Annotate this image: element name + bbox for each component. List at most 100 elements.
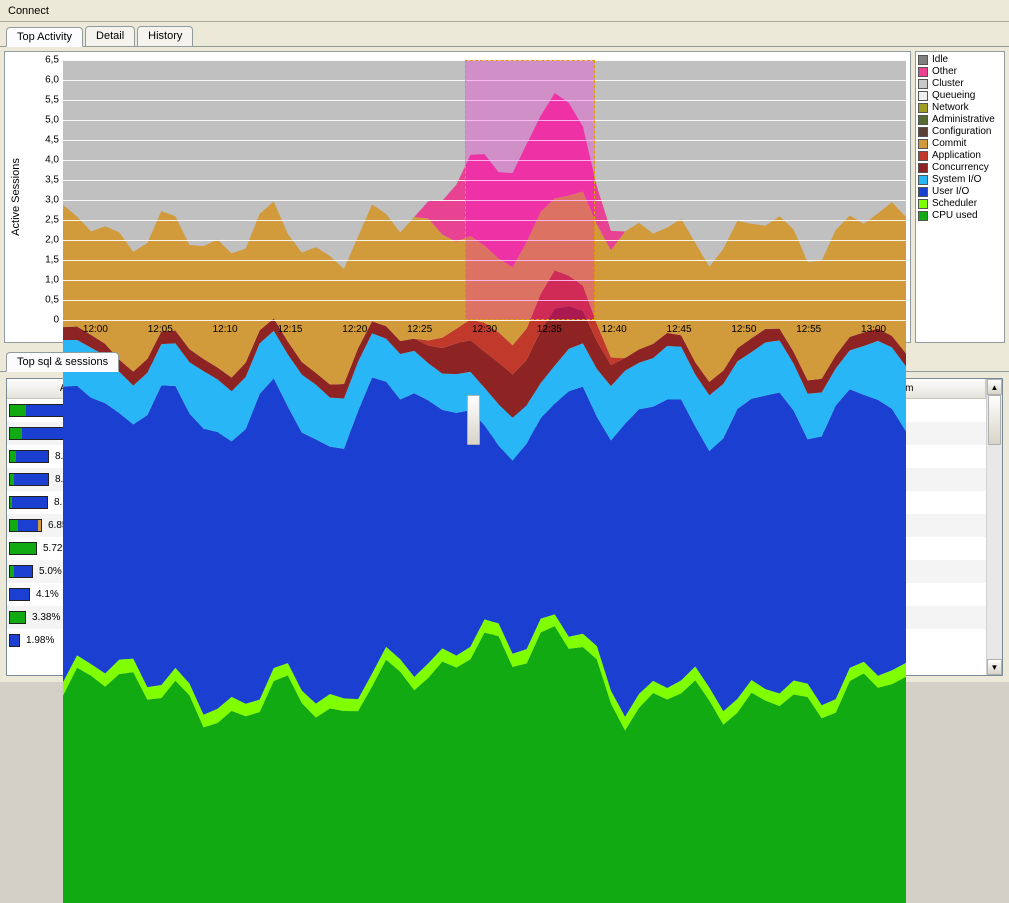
legend-swatch [918,103,928,113]
legend-item-commit[interactable]: Commit [918,138,1002,149]
x-tick: 12:35 [537,324,562,335]
header-bar: Connect [0,0,1009,22]
legend-item-user-i-o[interactable]: User I/O [918,186,1002,197]
chart-plot[interactable]: 00,51,01,52,02,53,03,54,04,55,05,56,06,5… [63,60,906,320]
y-tick: 4,5 [45,135,59,146]
x-tick: 12:20 [342,324,367,335]
header-title: Connect [8,5,49,17]
legend-item-concurrency[interactable]: Concurrency [918,162,1002,173]
selection-overlay[interactable] [465,60,595,320]
activity-bar [9,588,30,601]
y-tick: 0,5 [45,295,59,306]
legend-label: Cluster [932,78,964,89]
legend-label: Network [932,102,969,113]
activity-pct: 3.38% [32,612,60,623]
scroll-track[interactable] [466,395,481,659]
bar-segment [10,543,36,554]
bar-segment [14,474,48,485]
legend-item-administrative[interactable]: Administrative [918,114,1002,125]
y-tick: 0 [53,315,59,326]
legend-label: System I/O [932,174,981,185]
legend-item-system-i-o[interactable]: System I/O [918,174,1002,185]
legend-swatch [918,163,928,173]
legend: IdleOtherClusterQueueingNetworkAdministr… [915,51,1005,343]
x-tick: 12:05 [148,324,173,335]
legend-label: User I/O [932,186,969,197]
legend-swatch [918,67,928,77]
legend-label: Configuration [932,126,991,137]
y-tick: 2,0 [45,235,59,246]
bar-segment [10,520,18,531]
bar-segment [10,405,26,416]
legend-swatch [918,187,928,197]
bar-segment [12,497,47,508]
legend-label: CPU used [932,210,978,221]
x-tick: 13:00 [861,324,886,335]
y-tick: 5,5 [45,95,59,106]
y-axis-label: Active Sessions [10,158,22,236]
scroll-track[interactable] [987,395,1002,659]
bar-segment [10,612,25,623]
legend-swatch [918,175,928,185]
y-tick: 1,0 [45,275,59,286]
bar-segment [10,635,19,646]
gridline [63,320,906,321]
y-tick: 3,5 [45,175,59,186]
legend-item-cluster[interactable]: Cluster [918,78,1002,89]
legend-swatch [918,79,928,89]
tab-history[interactable]: History [137,26,193,46]
x-tick: 12:50 [731,324,756,335]
legend-item-queueing[interactable]: Queueing [918,90,1002,101]
scrollbar[interactable]: ▲ ▼ [986,379,1002,675]
y-tick: 6,0 [45,75,59,86]
x-tick: 12:00 [83,324,108,335]
x-tick: 12:15 [277,324,302,335]
activity-bar [9,634,20,647]
bar-segment [38,520,41,531]
tab-detail[interactable]: Detail [85,26,135,46]
y-tick: 4,0 [45,155,59,166]
x-tick: 12:10 [213,324,238,335]
scrollbar[interactable]: ▲ ▼ [465,379,481,675]
legend-swatch [918,199,928,209]
scroll-thumb[interactable] [467,395,480,445]
y-tick: 5,0 [45,115,59,126]
scroll-thumb[interactable] [988,395,1001,445]
scroll-up-icon[interactable]: ▲ [987,379,1002,395]
legend-item-configuration[interactable]: Configuration [918,126,1002,137]
legend-swatch [918,151,928,161]
legend-label: Queueing [932,90,975,101]
x-tick: 12:40 [602,324,627,335]
activity-bar [9,611,26,624]
legend-item-network[interactable]: Network [918,102,1002,113]
tab-top-sql-sessions[interactable]: Top sql & sessions [6,352,119,372]
tab-top-activity[interactable]: Top Activity [6,27,83,47]
activity-bar [9,496,48,509]
legend-swatch [918,91,928,101]
legend-swatch [918,139,928,149]
bar-segment [10,428,22,439]
x-tick: 12:55 [796,324,821,335]
scroll-down-icon[interactable]: ▼ [987,659,1002,675]
legend-swatch [918,115,928,125]
legend-label: Administrative [932,114,995,125]
legend-item-application[interactable]: Application [918,150,1002,161]
legend-item-idle[interactable]: Idle [918,54,1002,65]
activity-bar [9,565,33,578]
legend-swatch [918,127,928,137]
x-tick: 12:30 [472,324,497,335]
y-tick: 1,5 [45,255,59,266]
activity-pct: 1.98% [26,635,54,646]
legend-item-other[interactable]: Other [918,66,1002,77]
legend-item-cpu-used[interactable]: CPU used [918,210,1002,221]
chart-frame: Active Sessions 00,51,01,52,02,53,03,54,… [4,51,911,343]
main-tabs: Top ActivityDetailHistory [0,22,1009,47]
x-tick: 12:25 [407,324,432,335]
x-tick: 12:45 [667,324,692,335]
bar-segment [18,520,38,531]
activity-pct: 5.0% [39,566,62,577]
legend-item-scheduler[interactable]: Scheduler [918,198,1002,209]
legend-label: Idle [932,54,948,65]
legend-label: Other [932,66,957,77]
activity-bar [9,542,37,555]
